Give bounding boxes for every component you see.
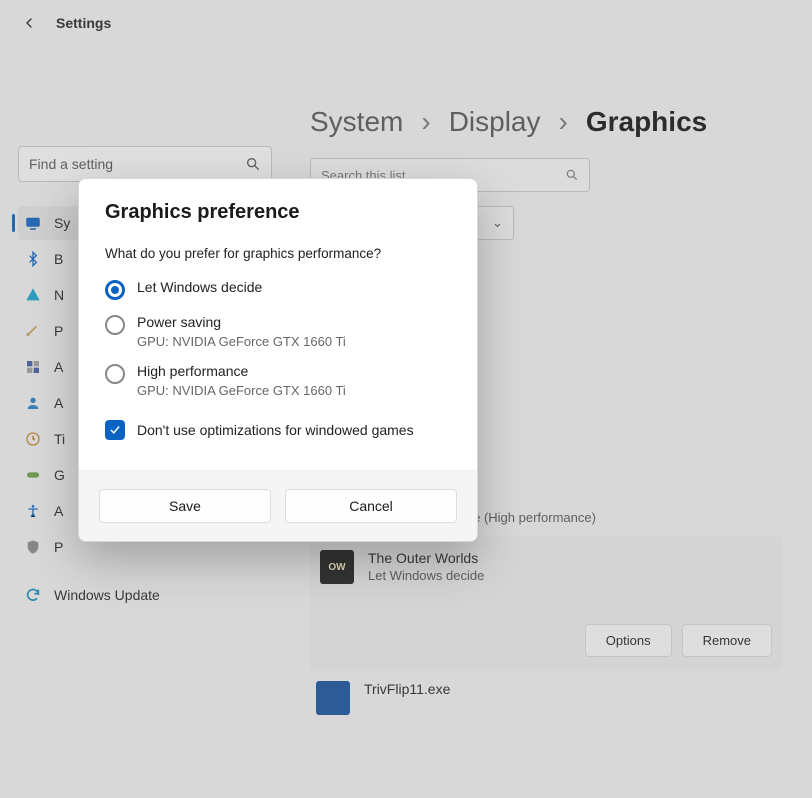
app-name: The Outer Worlds [368,550,484,566]
back-button[interactable] [20,14,38,32]
search-icon [245,156,261,172]
chevron-right-icon: › [559,106,568,138]
breadcrumb-display[interactable]: Display [449,106,541,138]
app-row-trivflip[interactable]: TrivFlip11.exe [310,671,782,725]
radio-label: Let Windows decide [137,279,262,295]
app-title: Settings [56,15,111,31]
sidebar-item-label: Sy [54,215,70,231]
sidebar-item-label: P [54,539,63,555]
sidebar-item-label: Windows Update [54,587,160,603]
radio-sub: GPU: NVIDIA GeForce GTX 1660 Ti [137,383,346,398]
search-icon [565,168,579,182]
sidebar-item-windows-update[interactable]: Windows Update [18,578,272,612]
breadcrumb: System › Display › Graphics [310,106,782,138]
radio-label: Power saving [137,314,346,330]
app-icon [316,681,350,715]
chevron-down-icon: ⌄ [492,215,503,231]
dialog-question: What do you prefer for graphics performa… [105,246,451,261]
sidebar-item-label: A [54,359,63,375]
radio-icon [105,280,125,300]
radio-sub: GPU: NVIDIA GeForce GTX 1660 Ti [137,334,346,349]
sidebar-item-label: A [54,395,63,411]
save-button[interactable]: Save [99,489,271,523]
sidebar-item-label: G [54,467,65,483]
bluetooth-icon [24,250,42,268]
radio-icon [105,315,125,335]
app-row-outer-worlds[interactable]: OW The Outer Worlds Let Windows decide O… [310,536,782,671]
graphics-preference-dialog: Graphics preference What do you prefer f… [78,178,478,542]
brush-icon [24,322,42,340]
find-placeholder: Find a setting [29,156,245,172]
radio-label: High performance [137,363,346,379]
app-name: TrivFlip11.exe [364,681,450,697]
radio-high-performance[interactable]: High performance GPU: NVIDIA GeForce GTX… [105,363,451,398]
find-setting-input[interactable]: Find a setting [18,146,272,182]
network-icon [24,286,42,304]
cancel-button[interactable]: Cancel [285,489,457,523]
radio-let-windows-decide[interactable]: Let Windows decide [105,279,451,300]
clock-icon [24,430,42,448]
accounts-icon [24,394,42,412]
breadcrumb-system[interactable]: System [310,106,403,138]
radio-power-saving[interactable]: Power saving GPU: NVIDIA GeForce GTX 166… [105,314,451,349]
sidebar-item-label: P [54,323,63,339]
shield-icon [24,538,42,556]
apps-icon [24,358,42,376]
dialog-title: Graphics preference [105,201,451,224]
checkbox-windowed-games[interactable]: Don't use optimizations for windowed gam… [105,420,451,440]
sidebar-item-label: N [54,287,64,303]
chevron-right-icon: › [421,106,430,138]
sidebar-item-label: B [54,251,63,267]
sidebar-item-label: Ti [54,431,65,447]
app-sub: Let Windows decide [368,568,484,583]
accessibility-icon [24,502,42,520]
update-icon [24,586,42,604]
remove-button[interactable]: Remove [682,624,772,657]
app-icon: OW [320,550,354,584]
checkbox-icon [105,420,125,440]
radio-icon [105,364,125,384]
options-button[interactable]: Options [585,624,672,657]
system-icon [24,214,42,232]
gamepad-icon [24,466,42,484]
sidebar-item-label: A [54,503,63,519]
breadcrumb-graphics: Graphics [586,106,707,138]
checkbox-label: Don't use optimizations for windowed gam… [137,422,414,438]
